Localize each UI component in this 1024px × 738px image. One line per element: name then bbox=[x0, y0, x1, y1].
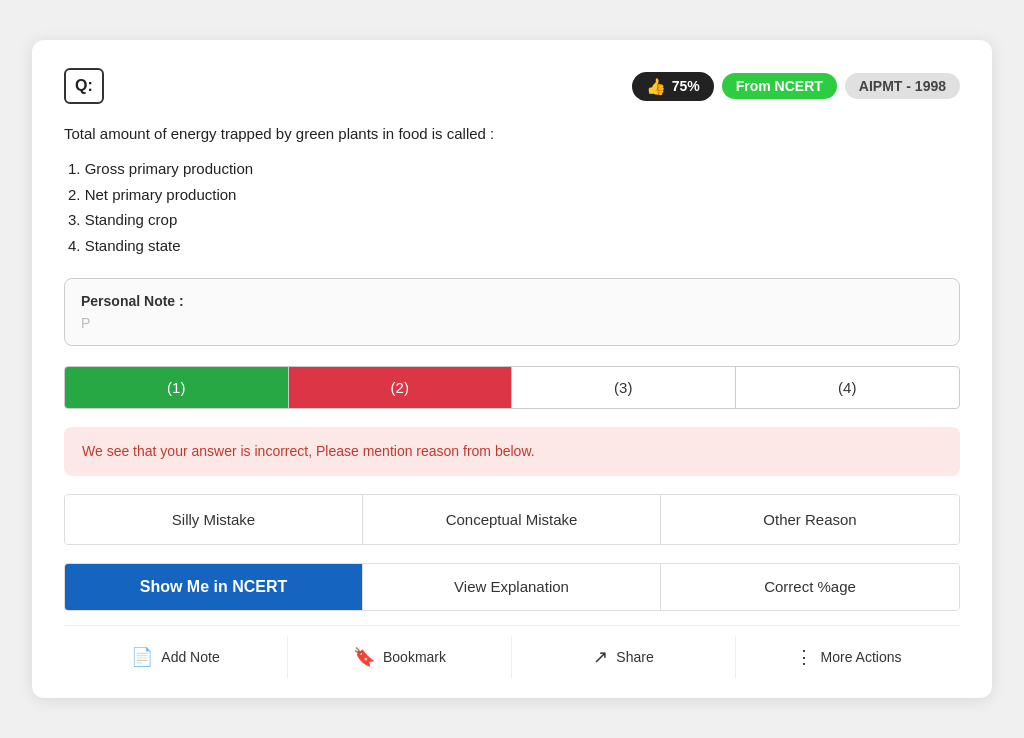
answer-option-1[interactable]: (1) bbox=[65, 367, 289, 408]
bookmark-button[interactable]: 🔖 Bookmark bbox=[288, 636, 512, 678]
bookmark-icon: 🔖 bbox=[353, 646, 375, 668]
more-actions-button[interactable]: ⋮ More Actions bbox=[736, 636, 960, 678]
correct-page-button[interactable]: Correct %age bbox=[661, 564, 959, 610]
badges-container: 👍 75% From NCERT AIPMT - 1998 bbox=[632, 72, 960, 101]
question-text: Total amount of energy trapped by green … bbox=[64, 122, 960, 146]
answer-option-2[interactable]: (2) bbox=[289, 367, 513, 408]
silly-mistake-button[interactable]: Silly Mistake bbox=[65, 495, 363, 544]
card-header: Q: 👍 75% From NCERT AIPMT - 1998 bbox=[64, 68, 960, 104]
question-card: Q: 👍 75% From NCERT AIPMT - 1998 Total a… bbox=[32, 40, 992, 698]
q-label: Q: bbox=[64, 68, 104, 104]
add-note-label: Add Note bbox=[161, 649, 219, 665]
incorrect-notice: We see that your answer is incorrect, Pl… bbox=[64, 427, 960, 476]
reason-buttons: Silly Mistake Conceptual Mistake Other R… bbox=[64, 494, 960, 545]
more-actions-label: More Actions bbox=[821, 649, 902, 665]
ncert-badge: From NCERT bbox=[722, 73, 837, 99]
view-explanation-button[interactable]: View Explanation bbox=[363, 564, 661, 610]
share-icon: ↗ bbox=[593, 646, 608, 668]
add-note-icon: 📄 bbox=[131, 646, 153, 668]
share-label: Share bbox=[616, 649, 653, 665]
personal-note-box[interactable]: Personal Note : P bbox=[64, 278, 960, 346]
answer-option-3[interactable]: (3) bbox=[512, 367, 736, 408]
option-2: 2. Net primary production bbox=[64, 182, 960, 208]
option-1: 1. Gross primary production bbox=[64, 156, 960, 182]
option-3: 3. Standing crop bbox=[64, 207, 960, 233]
show-ncert-button[interactable]: Show Me in NCERT bbox=[65, 564, 363, 610]
aipmt-badge: AIPMT - 1998 bbox=[845, 73, 960, 99]
action-buttons: Show Me in NCERT View Explanation Correc… bbox=[64, 563, 960, 611]
like-percent: 75% bbox=[672, 78, 700, 94]
bottom-actions: 📄 Add Note 🔖 Bookmark ↗ Share ⋮ More Act… bbox=[64, 625, 960, 678]
add-note-button[interactable]: 📄 Add Note bbox=[64, 636, 288, 678]
option-4: 4. Standing state bbox=[64, 233, 960, 259]
share-button[interactable]: ↗ Share bbox=[512, 636, 736, 678]
options-list: 1. Gross primary production 2. Net prima… bbox=[64, 156, 960, 258]
answer-bar: (1) (2) (3) (4) bbox=[64, 366, 960, 409]
other-reason-button[interactable]: Other Reason bbox=[661, 495, 959, 544]
more-actions-icon: ⋮ bbox=[795, 646, 813, 668]
bookmark-label: Bookmark bbox=[383, 649, 446, 665]
like-badge: 👍 75% bbox=[632, 72, 714, 101]
personal-note-label: Personal Note : bbox=[81, 293, 943, 309]
answer-option-4[interactable]: (4) bbox=[736, 367, 960, 408]
personal-note-input: P bbox=[81, 315, 943, 331]
thumbs-up-icon: 👍 bbox=[646, 77, 666, 96]
conceptual-mistake-button[interactable]: Conceptual Mistake bbox=[363, 495, 661, 544]
